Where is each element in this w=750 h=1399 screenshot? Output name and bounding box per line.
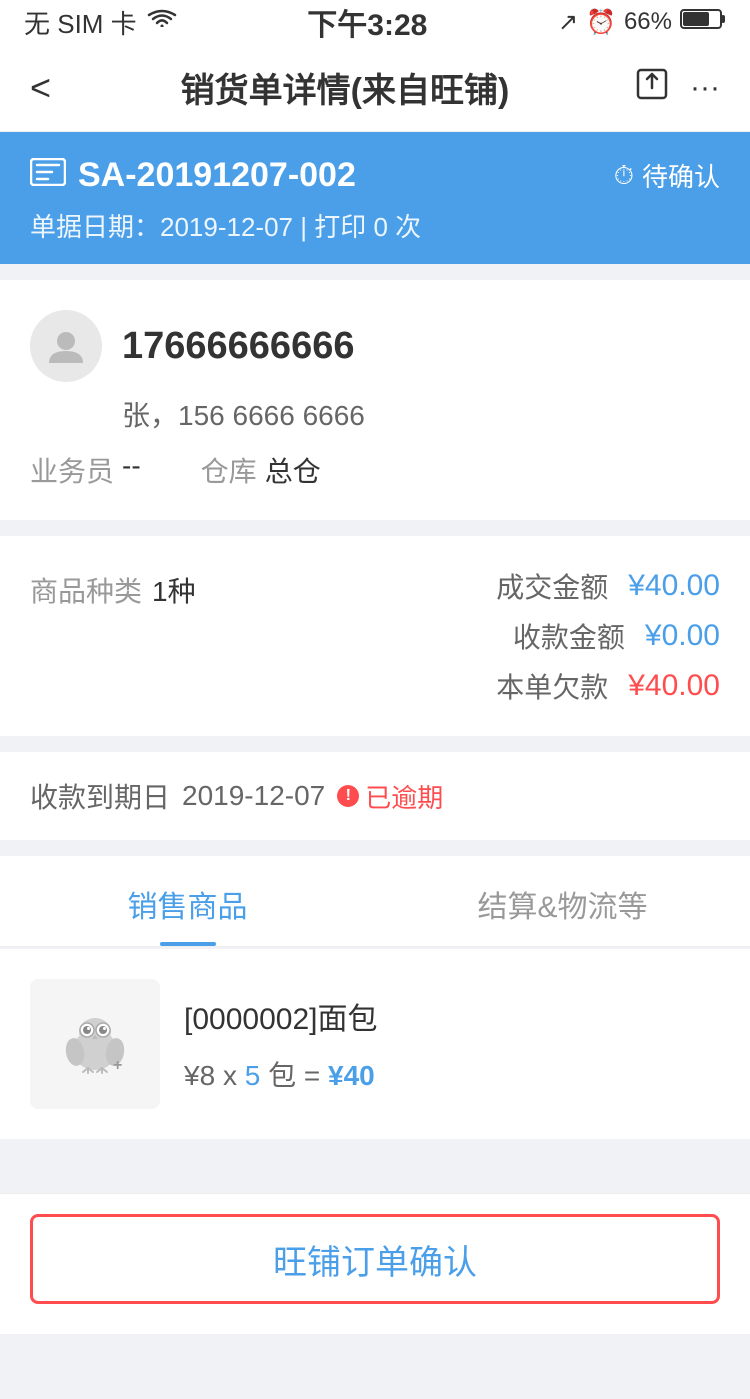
bottom-button-wrap: 旺铺订单确认 bbox=[0, 1193, 750, 1334]
due-date-card: 收款到期日 2019-12-07 ! 已逾期 bbox=[0, 752, 750, 840]
customer-contact: 张，156 6666 6666 bbox=[30, 394, 720, 434]
product-list: + [0000002]面包 ¥8 x 5 包 = ¥40 bbox=[0, 949, 750, 1139]
product-info: [0000002]面包 ¥8 x 5 包 = ¥40 bbox=[184, 994, 720, 1094]
received-label: 收款金额 bbox=[513, 616, 625, 656]
clock-icon: ⏱ bbox=[614, 160, 634, 192]
tab-products[interactable]: 销售商品 bbox=[0, 856, 375, 946]
carrier-text: 无 SIM 卡 bbox=[24, 4, 137, 41]
category-label: 商品种类 bbox=[30, 570, 142, 610]
status-right: ↗ ⏰ 66% bbox=[558, 7, 726, 38]
product-total: ¥40 bbox=[328, 1060, 375, 1091]
order-id-row: SA-20191207-002 ⏱ 待确认 bbox=[30, 156, 720, 195]
nav-actions: ··· bbox=[600, 66, 720, 110]
owed-value: ¥40.00 bbox=[628, 669, 720, 703]
amount-label: 成交金额 bbox=[496, 566, 608, 606]
customer-card: 17666666666 张，156 6666 6666 业务员 -- 仓库 总仓 bbox=[0, 280, 750, 520]
alarm-icon: ⏰ bbox=[586, 8, 616, 37]
product-name: [0000002]面包 bbox=[184, 994, 720, 1038]
sales-value: -- bbox=[122, 450, 141, 490]
svg-text:+: + bbox=[113, 1057, 122, 1074]
status-time: 下午3:28 bbox=[307, 0, 427, 44]
wifi-icon bbox=[147, 7, 177, 38]
tabs-container: 销售商品 结算&物流等 bbox=[0, 856, 750, 947]
amount-row: 成交金额 ¥40.00 bbox=[496, 566, 720, 606]
owed-label: 本单欠款 bbox=[496, 666, 608, 706]
status-left: 无 SIM 卡 bbox=[24, 4, 177, 41]
sales-label: 业务员 bbox=[30, 450, 114, 490]
order-status: ⏱ 待确认 bbox=[614, 157, 720, 194]
order-id: SA-20191207-002 bbox=[30, 156, 356, 195]
warehouse-value: 总仓 bbox=[265, 450, 321, 490]
overdue-icon: ! bbox=[337, 785, 359, 807]
back-button[interactable]: < bbox=[30, 67, 90, 109]
order-date: 单据日期：2019-12-07 | 打印 0 次 bbox=[30, 207, 720, 244]
summary-right: 成交金额 ¥40.00 收款金额 ¥0.00 本单欠款 ¥40.00 bbox=[496, 566, 720, 706]
export-icon[interactable] bbox=[634, 66, 670, 110]
table-row: + [0000002]面包 ¥8 x 5 包 = ¥40 bbox=[0, 949, 750, 1139]
due-date-value: 2019-12-07 bbox=[182, 780, 325, 812]
received-row: 收款金额 ¥0.00 bbox=[513, 616, 720, 656]
category-value: 1种 bbox=[152, 570, 196, 610]
amount-value: ¥40.00 bbox=[628, 569, 720, 603]
due-date-label: 收款到期日 bbox=[30, 776, 170, 816]
overdue-text: 已逾期 bbox=[365, 778, 443, 815]
summary-left: 商品种类 1种 bbox=[30, 566, 496, 610]
battery-text: 66% bbox=[624, 8, 672, 36]
customer-top: 17666666666 bbox=[30, 310, 720, 382]
page-title: 销货单详情(来自旺铺) bbox=[90, 63, 600, 112]
tab-settlement[interactable]: 结算&物流等 bbox=[375, 856, 750, 946]
owed-row: 本单欠款 ¥40.00 bbox=[496, 666, 720, 706]
nav-bar: < 销货单详情(来自旺铺) ··· bbox=[0, 44, 750, 132]
warehouse-meta: 仓库 总仓 bbox=[201, 450, 321, 490]
order-icon bbox=[30, 156, 66, 195]
product-price: ¥8 x 5 包 = ¥40 bbox=[184, 1054, 720, 1094]
location-icon: ↗ bbox=[558, 8, 578, 37]
customer-meta: 业务员 -- 仓库 总仓 bbox=[30, 450, 720, 490]
overdue-badge: ! 已逾期 bbox=[337, 778, 443, 815]
more-icon[interactable]: ··· bbox=[690, 71, 720, 105]
product-qty: 5 bbox=[245, 1060, 261, 1091]
order-header: SA-20191207-002 ⏱ 待确认 单据日期：2019-12-07 | … bbox=[0, 132, 750, 264]
customer-phone: 17666666666 bbox=[122, 325, 354, 368]
warehouse-label: 仓库 bbox=[201, 450, 257, 490]
confirm-order-button[interactable]: 旺铺订单确认 bbox=[30, 1214, 720, 1304]
sales-meta: 业务员 -- bbox=[30, 450, 141, 490]
battery-icon bbox=[680, 7, 726, 38]
avatar bbox=[30, 310, 102, 382]
status-bar: 无 SIM 卡 下午3:28 ↗ ⏰ 66% bbox=[0, 0, 750, 44]
received-value: ¥0.00 bbox=[645, 619, 720, 653]
summary-card: 商品种类 1种 成交金额 ¥40.00 收款金额 ¥0.00 本单欠款 ¥40.… bbox=[0, 536, 750, 736]
product-thumbnail: + bbox=[30, 979, 160, 1109]
